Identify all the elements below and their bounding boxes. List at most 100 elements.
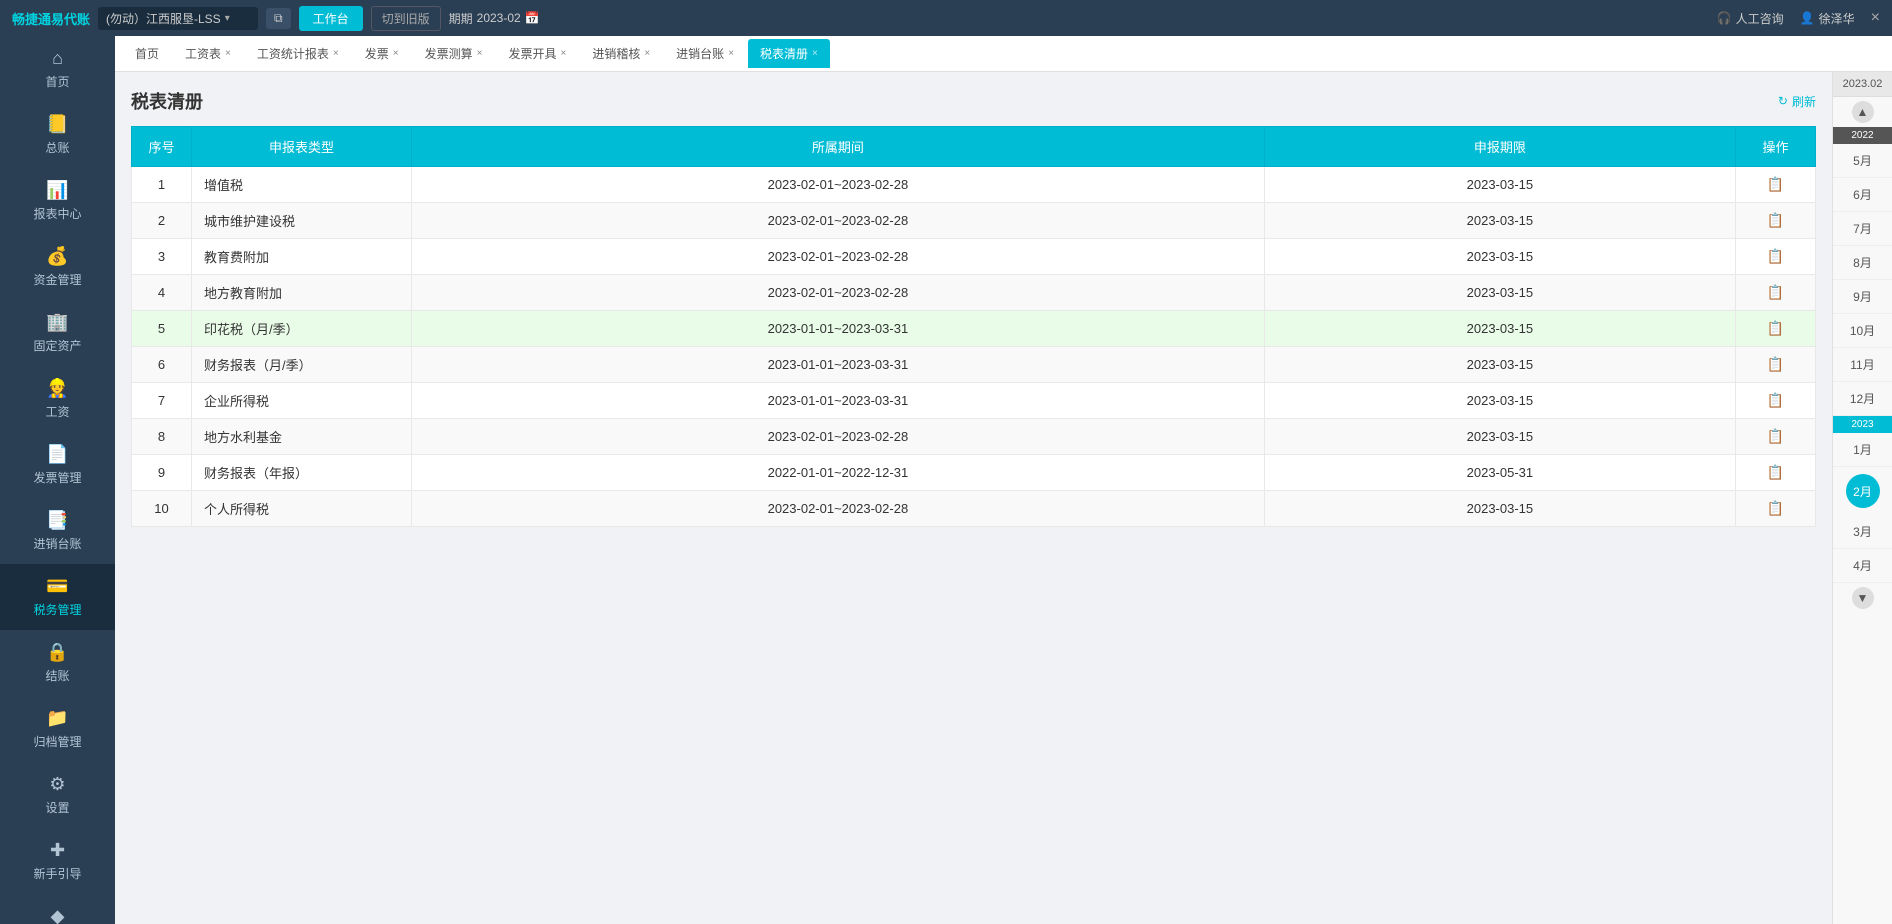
report-icon: 📊 [46, 180, 68, 201]
action-icon[interactable]: 📋 [1767, 320, 1784, 336]
calendar-prev-btn[interactable]: ▲ [1852, 101, 1874, 123]
sidebar-item-guide[interactable]: ✚ 新手引导 [0, 828, 115, 894]
sidebar-item-settings[interactable]: ⚙ 设置 [0, 762, 115, 828]
cell-deadline: 2023-03-15 [1264, 347, 1735, 383]
month-2022-11[interactable]: 11月 [1833, 348, 1892, 382]
calendar-next-nav[interactable]: ▼ [1833, 583, 1892, 613]
sidebar-item-tax[interactable]: 💳 税务管理 [0, 564, 115, 630]
cell-action: 📋 [1736, 311, 1816, 347]
copy-button[interactable]: ⧉ [266, 8, 291, 29]
human-service-btn[interactable]: 🎧 人工咨询 [1717, 10, 1784, 27]
month-2023-02-active[interactable]: 2月 [1846, 474, 1880, 508]
month-2023-04[interactable]: 4月 [1833, 549, 1892, 583]
cell-action: 📋 [1736, 167, 1816, 203]
sidebar-item-archive[interactable]: 📁 归档管理 [0, 696, 115, 762]
tab-tax-clear-close[interactable]: × [812, 48, 818, 59]
cell-period: 2023-01-01~2023-03-31 [412, 347, 1265, 383]
action-icon[interactable]: 📋 [1767, 284, 1784, 300]
purchase-icon: 📑 [46, 510, 68, 531]
year-2023-label: 2023 [1833, 416, 1892, 433]
content-area: 首页 工资表 × 工资统计报表 × 发票 × 发票测算 × 发票开具 × [115, 36, 1892, 924]
tab-purchase-check[interactable]: 进销稽核 × [580, 39, 662, 68]
company-name: (勿动）江西服垦-LSS [106, 10, 221, 27]
month-2022-06[interactable]: 6月 [1833, 178, 1892, 212]
sidebar-item-salary[interactable]: 👷 工资 [0, 366, 115, 432]
workbench-button[interactable]: 工作台 [299, 6, 363, 31]
tab-purchase-ledger-close[interactable]: × [728, 48, 734, 59]
top-bar-right: 🎧 人工咨询 👤 徐泽华 × [1717, 9, 1880, 27]
company-selector[interactable]: (勿动）江西服垦-LSS ▾ [98, 7, 258, 30]
action-icon[interactable]: 📋 [1767, 428, 1784, 444]
action-icon[interactable]: 📋 [1767, 392, 1784, 408]
action-icon[interactable]: 📋 [1767, 356, 1784, 372]
year-2022-label: 2022 [1833, 127, 1892, 144]
tab-purchase-ledger[interactable]: 进销台账 × [664, 39, 746, 68]
period-calendar-icon[interactable]: 📅 [525, 11, 540, 25]
month-2022-12[interactable]: 12月 [1833, 382, 1892, 416]
sidebar-item-close[interactable]: 🔒 结账 [0, 630, 115, 696]
month-2022-08[interactable]: 8月 [1833, 246, 1892, 280]
table-header-row: 序号 申报表类型 所属期间 申报期限 操作 [132, 127, 1816, 167]
tab-salary-report[interactable]: 工资统计报表 × [245, 39, 351, 68]
tab-invoice-query[interactable]: 发票测算 × [413, 39, 495, 68]
sidebar-item-asset[interactable]: 🏢 固定资产 [0, 300, 115, 366]
tab-invoice-open-close[interactable]: × [560, 48, 566, 59]
salary-icon: 👷 [46, 378, 68, 399]
cell-action: 📋 [1736, 275, 1816, 311]
table-row: 6财务报表（月/季）2023-01-01~2023-03-312023-03-1… [132, 347, 1816, 383]
sidebar-label-archive: 归档管理 [33, 733, 81, 750]
action-icon[interactable]: 📋 [1767, 212, 1784, 228]
sidebar: ⌂ 首页 📒 总账 📊 报表中心 💰 资金管理 🏢 固定资产 👷 工资 📄 发票… [0, 36, 115, 924]
cell-deadline: 2023-03-15 [1264, 203, 1735, 239]
sidebar-item-purchase[interactable]: 📑 进销台账 [0, 498, 115, 564]
action-icon[interactable]: 📋 [1767, 176, 1784, 192]
tab-invoice-close[interactable]: × [393, 48, 399, 59]
sidebar-label-close: 结账 [45, 667, 69, 684]
tab-purchase-check-close[interactable]: × [644, 48, 650, 59]
sidebar-label-tax: 税务管理 [33, 601, 81, 618]
tab-salary-report-close[interactable]: × [333, 48, 339, 59]
switch-version-button[interactable]: 切到旧版 [371, 6, 441, 31]
refresh-icon: ↻ [1778, 94, 1788, 108]
col-action: 操作 [1736, 127, 1816, 167]
table-row: 10个人所得税2023-02-01~2023-02-282023-03-15📋 [132, 491, 1816, 527]
month-2022-09[interactable]: 9月 [1833, 280, 1892, 314]
tab-invoice[interactable]: 发票 × [353, 39, 411, 68]
tax-table: 序号 申报表类型 所属期间 申报期限 操作 1增值税2023-02-01~202… [131, 126, 1816, 527]
cell-deadline: 2023-05-31 [1264, 455, 1735, 491]
window-close-btn[interactable]: × [1871, 9, 1880, 27]
tab-salary-close[interactable]: × [225, 48, 231, 59]
calendar-prev-nav[interactable]: ▲ [1833, 97, 1892, 127]
sidebar-item-ledger[interactable]: 📒 总账 [0, 102, 115, 168]
user-avatar[interactable]: 👤 徐泽华 [1800, 10, 1855, 27]
month-2022-07[interactable]: 7月 [1833, 212, 1892, 246]
sidebar-item-home[interactable]: ⌂ 首页 [0, 36, 115, 102]
sidebar-item-invoice[interactable]: 📄 发票管理 [0, 432, 115, 498]
refresh-button[interactable]: ↻ 刷新 [1778, 93, 1816, 110]
cell-period: 2023-01-01~2023-03-31 [412, 383, 1265, 419]
action-icon[interactable]: 📋 [1767, 464, 1784, 480]
sidebar-label-report: 报表中心 [33, 205, 81, 222]
table-row: 9财务报表（年报）2022-01-01~2022-12-312023-05-31… [132, 455, 1816, 491]
month-2022-05[interactable]: 5月 [1833, 144, 1892, 178]
action-icon[interactable]: 📋 [1767, 248, 1784, 264]
sidebar-item-report[interactable]: 📊 报表中心 [0, 168, 115, 234]
month-2022-10[interactable]: 10月 [1833, 314, 1892, 348]
cell-period: 2023-02-01~2023-02-28 [412, 275, 1265, 311]
month-2023-01[interactable]: 1月 [1833, 433, 1892, 467]
action-icon[interactable]: 📋 [1767, 500, 1784, 516]
cell-action: 📋 [1736, 455, 1816, 491]
calendar-next-btn[interactable]: ▼ [1852, 587, 1874, 609]
sidebar-item-fund[interactable]: 💰 资金管理 [0, 234, 115, 300]
tab-invoice-open[interactable]: 发票开具 × [496, 39, 578, 68]
tab-salary[interactable]: 工资表 × [173, 39, 243, 68]
table-row: 1增值税2023-02-01~2023-02-282023-03-15📋 [132, 167, 1816, 203]
tab-invoice-query-close[interactable]: × [477, 48, 483, 59]
cell-type: 个人所得税 [192, 491, 412, 527]
tab-home[interactable]: 首页 [123, 39, 171, 68]
tab-tax-clear[interactable]: 税表清册 × [748, 39, 830, 68]
main-panel: 税表清册 ↻ 刷新 序号 申报表类型 所属期间 申报期限 操作 [115, 72, 1832, 924]
sidebar-item-vip[interactable]: ◆ 畅会员 [0, 894, 115, 924]
month-2023-03[interactable]: 3月 [1833, 515, 1892, 549]
cell-type: 地方水利基金 [192, 419, 412, 455]
